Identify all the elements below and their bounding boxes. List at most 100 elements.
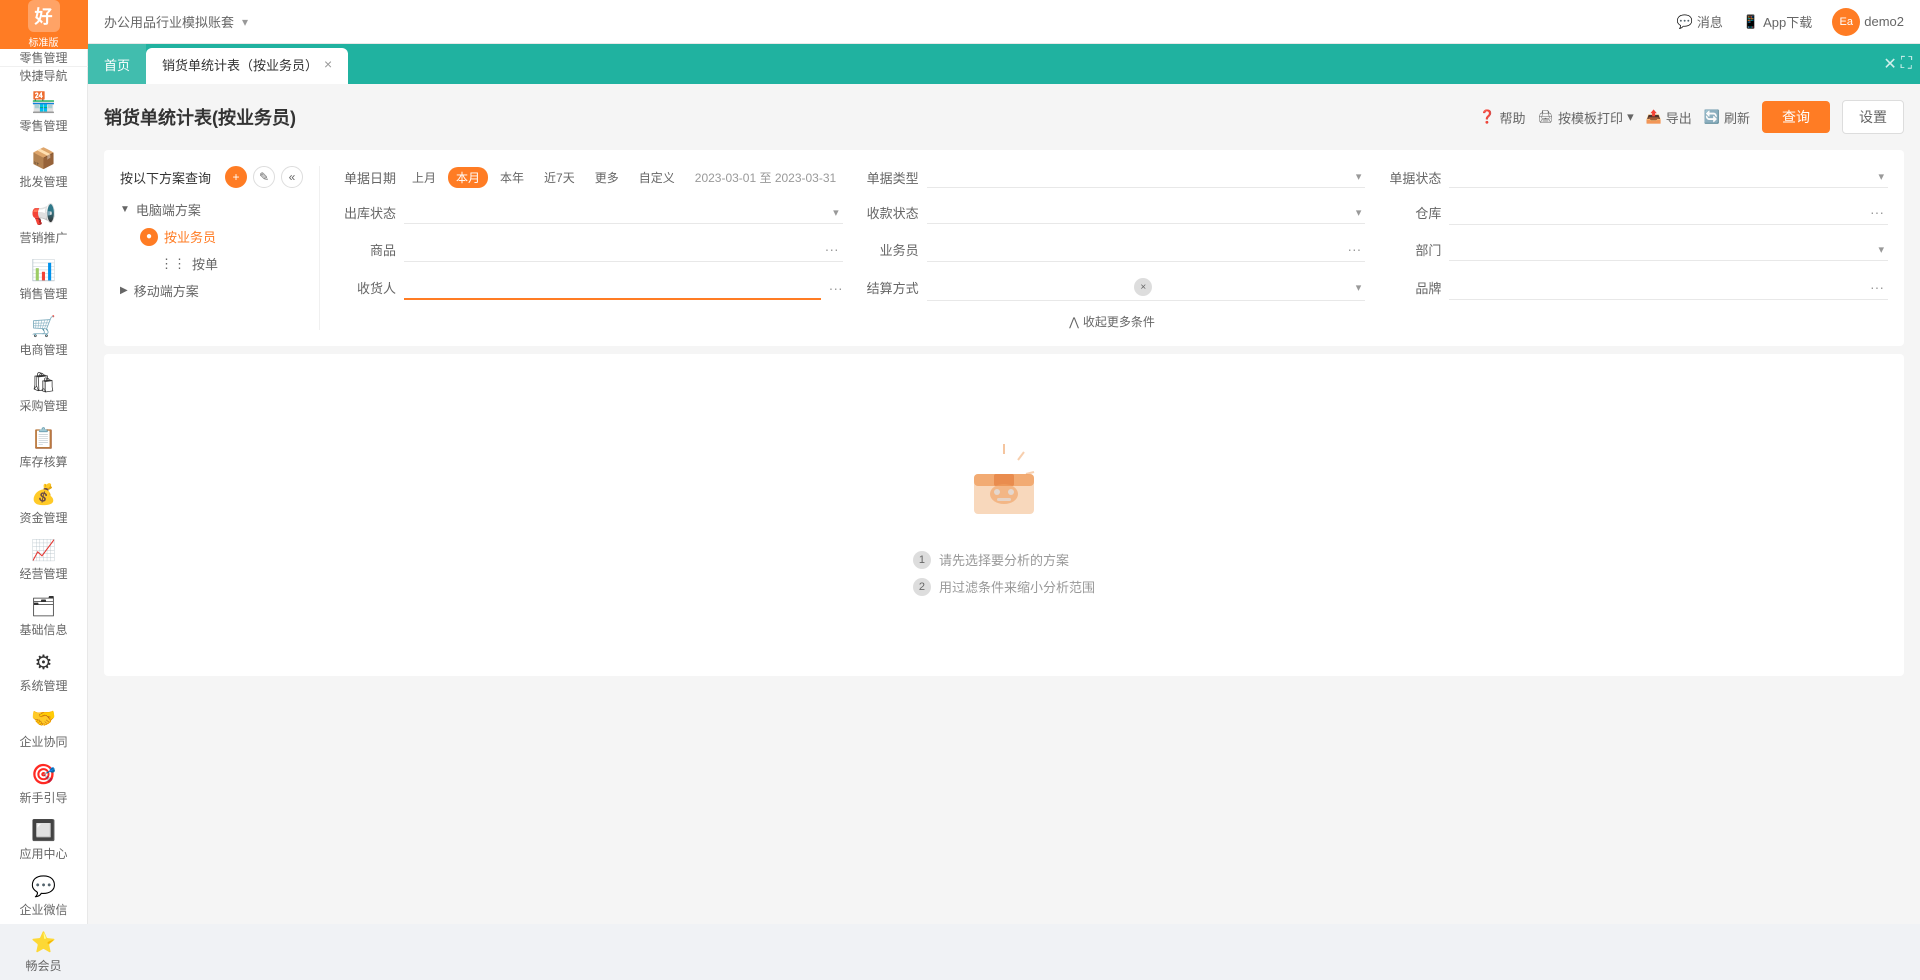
collapse-button[interactable]: ⋀ 收起更多条件 — [1069, 313, 1155, 330]
tab-close-icon[interactable]: × — [324, 57, 332, 71]
dept-field: 部门 ▾ — [1381, 239, 1888, 261]
sidebar-icon-inventory: 📋 — [31, 426, 56, 451]
sidebar-label-basic: 基础信息 — [19, 621, 67, 638]
setting-button[interactable]: 设置 — [1842, 100, 1904, 134]
refresh-icon: 🔄 — [1704, 109, 1720, 125]
sidebar-item-basic[interactable]: 🗂基础信息 — [0, 588, 88, 644]
dept-select[interactable]: ▾ — [1449, 239, 1888, 261]
tab-maximize-btn[interactable]: ⛶ — [1901, 55, 1912, 73]
sidebar-item-newbie[interactable]: 🎯新手引导 — [0, 756, 88, 812]
date-7days-btn[interactable]: 近7天 — [536, 167, 583, 188]
sidebar-item-wechat[interactable]: 💬企业微信 — [0, 868, 88, 924]
sidebar-item-member[interactable]: ⭐畅会员 — [0, 924, 88, 980]
scheme-by-salesman[interactable]: ● 按业务员 — [140, 223, 303, 250]
topbar-dropdown-arrow[interactable]: ▾ — [242, 15, 248, 29]
avatar: Ea — [1832, 8, 1860, 36]
scheme-children: ● 按业务员 ⋮⋮ 按单 — [140, 223, 303, 277]
salesman-select[interactable]: ··· — [927, 237, 1366, 262]
query-button[interactable]: 查询 — [1762, 101, 1830, 133]
topbar: 办公用品行业模拟账套 ▾ 💬 消息 📱 App下载 Ea demo2 — [88, 0, 1920, 44]
brand-select[interactable]: ··· — [1449, 275, 1888, 300]
scheme-sub: ⋮⋮ 按单 — [160, 250, 303, 277]
date-more-btn[interactable]: 更多 — [587, 167, 627, 188]
sidebar-item-ops[interactable]: 📈经营管理 — [0, 532, 88, 588]
receiver-more-dots[interactable]: ··· — [829, 280, 843, 296]
help-btn[interactable]: ❓ 帮助 — [1479, 108, 1525, 127]
filter-panel-title: 按以下方案查询 + ✎ « — [120, 166, 303, 188]
collapse-scheme-btn[interactable]: « — [281, 166, 303, 188]
sidebar-logo[interactable]: 好 标准版 — [0, 0, 88, 49]
help-icon: ❓ — [1479, 109, 1495, 125]
goods-field: 商品 ··· — [336, 237, 843, 262]
sidebar-item-wholesale[interactable]: 📦批发管理 — [0, 140, 88, 196]
goods-more-dots[interactable]: ··· — [825, 241, 839, 257]
refresh-btn[interactable]: 🔄 刷新 — [1704, 108, 1750, 127]
tip-text-2: 用过滤条件来缩小分析范围 — [939, 577, 1095, 596]
scheme-badge: ● — [140, 228, 158, 246]
search-menu-item[interactable]: 零售管理 — [0, 49, 88, 67]
edit-scheme-btn[interactable]: ✎ — [253, 166, 275, 188]
settlement-select[interactable]: × ▾ — [927, 274, 1366, 301]
message-btn[interactable]: 💬 消息 — [1677, 12, 1723, 31]
page-title: 销货单统计表(按业务员) — [104, 104, 296, 130]
mobile-scheme-group[interactable]: ▶ 移动端方案 — [120, 277, 303, 304]
date-last-month-btn[interactable]: 上月 — [404, 167, 444, 188]
sidebar-item-sales-mgmt[interactable]: 📊销售管理 — [0, 252, 88, 308]
sidebar-item-purchase[interactable]: 🛍采购管理 — [0, 364, 88, 420]
sidebar-item-finance[interactable]: 💰资金管理 — [0, 476, 88, 532]
receiver-input[interactable] — [404, 275, 821, 300]
sidebar-item-inventory[interactable]: 📋库存核算 — [0, 420, 88, 476]
scheme-by-order[interactable]: ⋮⋮ 按单 — [160, 250, 303, 277]
sidebar-item-marketing[interactable]: 📢 营销推广 — [0, 196, 88, 252]
refresh-label: 刷新 — [1724, 108, 1750, 127]
pay-status-arrow: ▾ — [1356, 206, 1362, 219]
warehouse-more-dots[interactable]: ··· — [1870, 204, 1884, 220]
out-status-select[interactable]: ▾ — [404, 202, 843, 224]
empty-tips: 1 请先选择要分析的方案 2 用过滤条件来缩小分析范围 — [913, 550, 1095, 596]
filter-row-3: 商品 ··· 业务员 ··· — [336, 237, 1888, 262]
sidebar-item-corp[interactable]: 🤝企业协同 — [0, 700, 88, 756]
sidebar-item-ecommerce[interactable]: 🛒电商管理 — [0, 308, 88, 364]
sidebar-item-app-center[interactable]: 🔲应用中心 — [0, 812, 88, 868]
sidebar-label-marketing: 营销推广 — [19, 229, 67, 246]
user-profile[interactable]: Ea demo2 — [1832, 8, 1904, 36]
brand-label: 品牌 — [1381, 278, 1441, 297]
sidebar-item-zero-sales[interactable]: 🏪零售管理 — [0, 84, 88, 140]
date-this-month-btn[interactable]: 本月 — [448, 167, 488, 188]
goods-label: 商品 — [336, 240, 396, 259]
order-type-field: 单据类型 ▾ — [859, 166, 1366, 188]
page: 销货单统计表(按业务员) ❓ 帮助 🖨 按模板打印 ▾ 📤 导出 — [88, 84, 1920, 692]
date-this-year-btn[interactable]: 本年 — [492, 167, 532, 188]
sidebar-icon-corp: 🤝 — [31, 706, 56, 731]
app-download-btn[interactable]: 📱 App下载 — [1743, 12, 1812, 31]
print-btn[interactable]: 🖨 按模板打印 ▾ — [1538, 108, 1634, 127]
brand-more-dots[interactable]: ··· — [1870, 279, 1884, 295]
desktop-scheme-group[interactable]: ▼ 电脑端方案 — [120, 196, 303, 223]
tab-close-window-btn[interactable]: ✕ — [1883, 54, 1896, 74]
pay-status-select[interactable]: ▾ — [927, 202, 1366, 224]
user-name: demo2 — [1864, 14, 1904, 29]
add-scheme-btn[interactable]: + — [225, 166, 247, 188]
dept-label: 部门 — [1381, 240, 1441, 259]
order-status-arrow: ▾ — [1878, 170, 1884, 183]
quick-nav-item[interactable]: 快捷导航 — [0, 67, 88, 84]
date-custom-btn[interactable]: 自定义 — [631, 167, 683, 188]
order-status-select[interactable]: ▾ — [1449, 166, 1888, 188]
sidebar-icon-app-center: 🔲 — [31, 818, 56, 843]
salesman-more-dots[interactable]: ··· — [1347, 241, 1361, 257]
sidebar-item-system[interactable]: ⚙系统管理 — [0, 644, 88, 700]
settlement-clear-btn[interactable]: × — [1134, 278, 1152, 296]
print-icon: 🖨 — [1538, 109, 1555, 125]
tabbar: 首页 销货单统计表（按业务员） × ✕ ⛶ — [88, 44, 1920, 84]
warehouse-select[interactable]: ··· — [1449, 200, 1888, 225]
sidebar: 好 标准版 零售管理 快捷导航 🏪零售管理📦批发管理 📢 营销推广 📊销售管理🛒电商管… — [0, 0, 88, 924]
sidebar-icon-marketing: 📢 — [31, 202, 56, 227]
topbar-title: 办公用品行业模拟账套 — [104, 12, 234, 31]
quick-nav-label: 快捷导航 — [19, 67, 67, 84]
tab-home[interactable]: 首页 — [88, 44, 146, 84]
order-type-select[interactable]: ▾ — [927, 166, 1366, 188]
export-btn[interactable]: 📤 导出 — [1646, 108, 1692, 127]
tab-sales-stat[interactable]: 销货单统计表（按业务员） × — [146, 48, 348, 84]
order-status-field: 单据状态 ▾ — [1381, 166, 1888, 188]
goods-select[interactable]: ··· — [404, 237, 843, 262]
